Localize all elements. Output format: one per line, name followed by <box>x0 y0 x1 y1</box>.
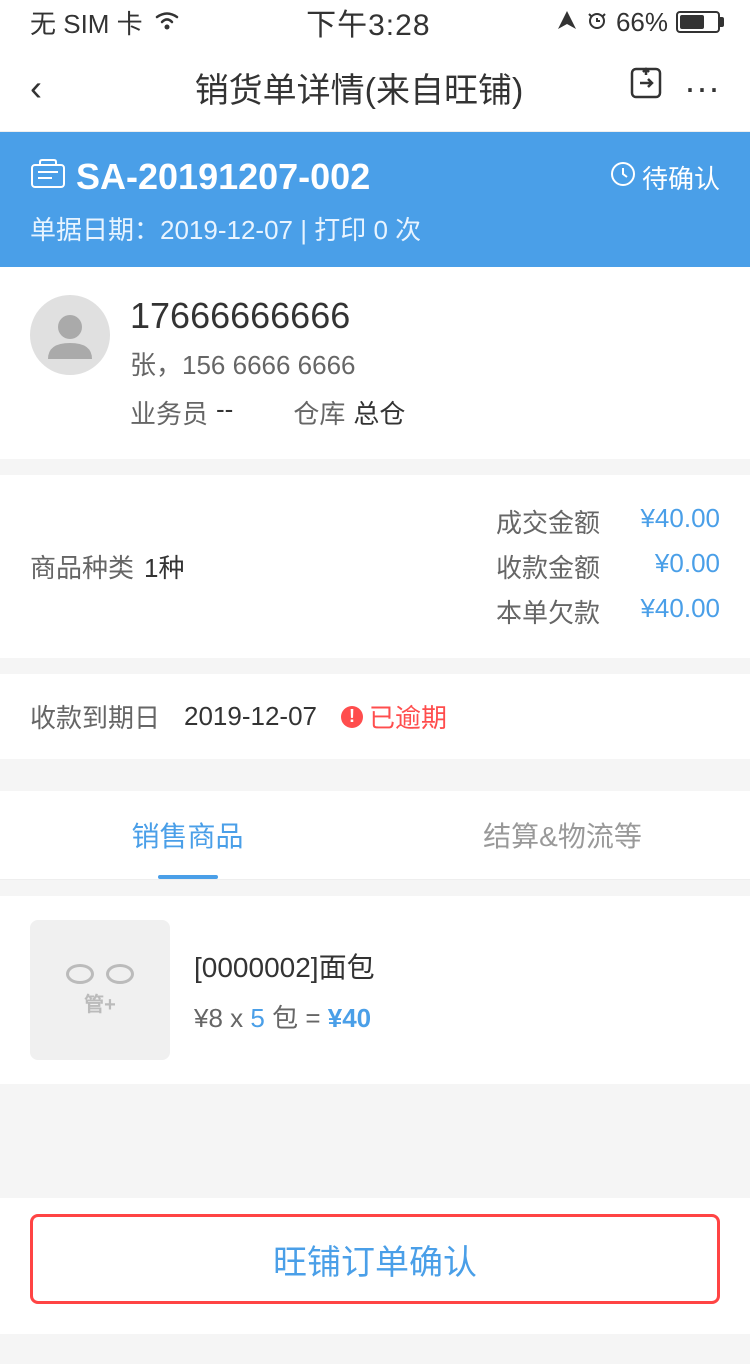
nav-bar: ‹ 销货单详情(来自旺铺) ··· <box>0 44 750 132</box>
product-name: [0000002]面包 <box>194 946 720 986</box>
equals-sign: = <box>305 1003 327 1033</box>
page-title: 销货单详情(来自旺铺) <box>195 63 524 112</box>
received-label: 收款金额 <box>496 548 600 585</box>
alarm-icon <box>586 7 608 38</box>
tab-sales-products[interactable]: 销售商品 <box>0 791 375 879</box>
received-value: ¥0.00 <box>620 548 720 585</box>
salesperson-label: 业务员 <box>130 394 208 431</box>
battery-icon <box>676 11 720 33</box>
product-type-info: 商品种类 1种 <box>30 503 496 630</box>
confirm-order-button[interactable]: 旺铺订单确认 <box>30 1214 720 1304</box>
overdue-text: 已逾期 <box>369 698 447 735</box>
tab-settlement-label: 结算&物流等 <box>483 815 642 855</box>
tab-sales-label: 销售商品 <box>131 815 243 855</box>
product-card: 管+ [0000002]面包 ¥8 x 5 包 = ¥40 <box>0 896 750 1084</box>
customer-avatar <box>30 295 110 375</box>
product-pricing: ¥8 x 5 包 = ¥40 <box>194 998 720 1035</box>
status-bar-left: 无 SIM 卡 <box>30 4 181 41</box>
product-image: 管+ <box>30 920 170 1060</box>
due-date-card: 收款到期日 2019-12-07 ! 已逾期 <box>0 674 750 759</box>
product-price: ¥8 <box>194 1003 223 1033</box>
order-date: 单据日期：2019-12-07 | 打印 0 次 <box>30 210 720 247</box>
due-date-label: 收款到期日 <box>30 698 160 735</box>
salesperson-info: 业务员 -- <box>130 394 233 431</box>
product-quantity: 5 <box>250 1003 264 1033</box>
multiply-sign: x <box>230 1003 250 1033</box>
order-icon <box>30 156 66 198</box>
battery-percent: 66% <box>616 7 668 38</box>
nav-actions: ··· <box>628 65 720 110</box>
clock-icon <box>610 161 636 194</box>
status-bar: 无 SIM 卡 下午3:28 66% <box>0 0 750 44</box>
wifi-icon <box>153 7 181 38</box>
due-date-value: 2019-12-07 <box>184 701 317 732</box>
deal-amount-value: ¥40.00 <box>620 503 720 540</box>
status-bar-time: 下午3:28 <box>306 0 430 44</box>
product-type-value: 1种 <box>144 548 184 585</box>
tabs-container: 销售商品 结算&物流等 <box>0 791 750 880</box>
product-unit: 包 <box>272 1003 298 1033</box>
customer-name: 张，156 6666 6666 <box>130 345 720 382</box>
customer-card: 17666666666 张，156 6666 6666 业务员 -- 仓库 总仓 <box>0 267 750 459</box>
tab-active-indicator <box>158 875 218 879</box>
customer-details: 17666666666 张，156 6666 6666 业务员 -- 仓库 总仓 <box>130 295 720 431</box>
amount-info: 成交金额 ¥40.00 收款金额 ¥0.00 本单欠款 ¥40.00 <box>496 503 720 630</box>
status-bar-right: 66% <box>556 7 720 38</box>
overdue-icon: ! <box>341 706 363 728</box>
warehouse-label: 仓库 <box>293 394 345 431</box>
overdue-badge: ! 已逾期 <box>341 698 447 735</box>
owed-value: ¥40.00 <box>620 593 720 630</box>
product-type-label: 商品种类 <box>30 548 134 585</box>
order-id: SA-20191207-002 <box>30 156 370 198</box>
warehouse-value: 总仓 <box>353 394 405 431</box>
product-placeholder-icon: 管+ <box>66 964 134 1017</box>
product-details: [0000002]面包 ¥8 x 5 包 = ¥40 <box>194 946 720 1035</box>
order-header: SA-20191207-002 待确认 单据日期：2019-12-07 | 打印… <box>0 132 750 267</box>
more-icon[interactable]: ··· <box>684 67 720 109</box>
order-status: 待确认 <box>610 159 720 196</box>
product-total: ¥40 <box>328 1003 371 1033</box>
tab-settlement[interactable]: 结算&物流等 <box>375 791 750 879</box>
bottom-bar: 旺铺订单确认 <box>0 1198 750 1334</box>
back-button[interactable]: ‹ <box>30 67 90 109</box>
warehouse-info: 仓库 总仓 <box>293 394 405 431</box>
customer-phone: 17666666666 <box>130 295 720 337</box>
deal-amount-label: 成交金额 <box>496 503 600 540</box>
owed-label: 本单欠款 <box>496 593 600 630</box>
order-summary-card: 商品种类 1种 成交金额 ¥40.00 收款金额 ¥0.00 本单欠款 ¥40.… <box>0 475 750 658</box>
location-icon <box>556 7 578 38</box>
salesperson-value: -- <box>216 394 233 431</box>
share-icon[interactable] <box>628 65 664 110</box>
carrier-label: 无 SIM 卡 <box>30 4 143 41</box>
